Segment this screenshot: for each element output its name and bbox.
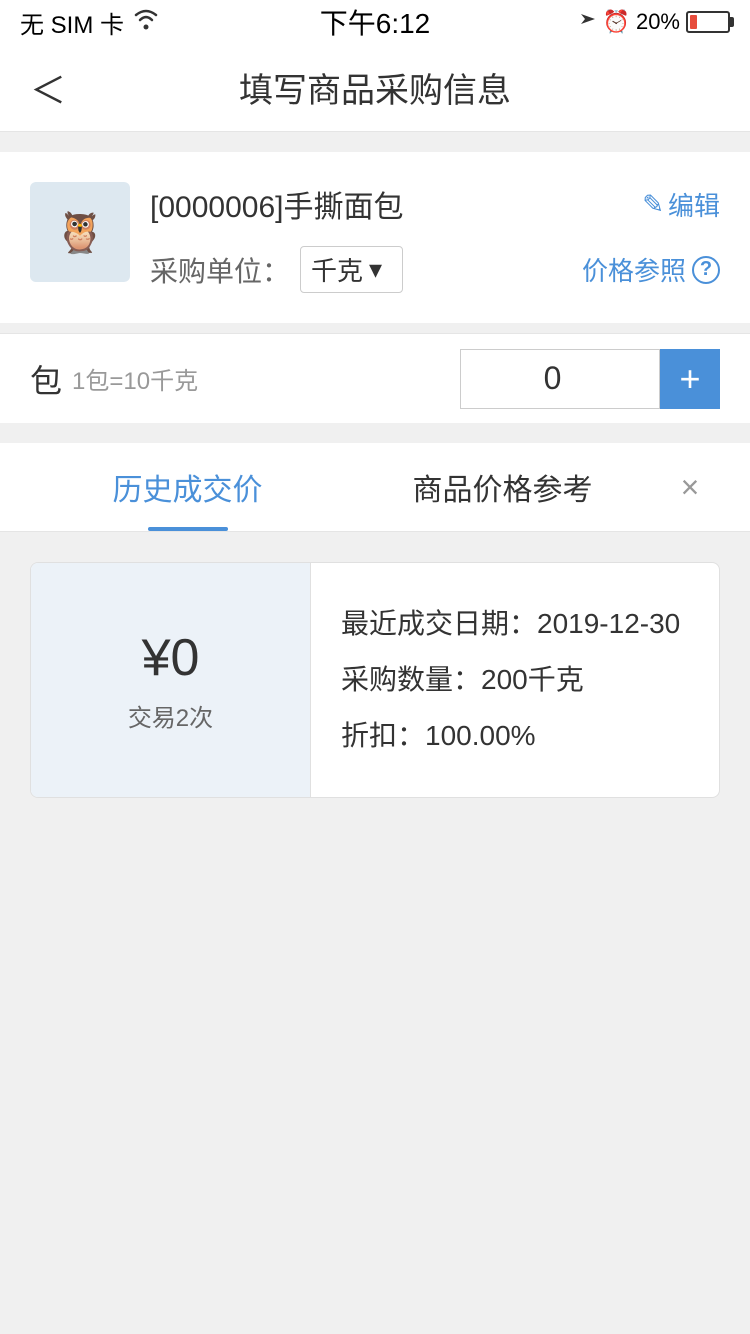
discount-row: 折扣：100.00% xyxy=(341,715,689,757)
product-card: 🦉 [0000006]手撕面包 ✎ 编辑 采购单位： 千克 ▾ 价格参照 ? xyxy=(0,152,750,323)
product-meta: 采购单位： 千克 ▾ 价格参照 ? xyxy=(150,246,720,293)
discount-value: 100.00% xyxy=(425,720,536,751)
tab-product-price-ref[interactable]: 商品价格参考 xyxy=(345,443,660,531)
wifi-icon xyxy=(132,8,160,37)
page-title: 填写商品采购信息 xyxy=(239,63,511,112)
quantity-unit-label: 包 xyxy=(30,356,62,402)
status-bar: 无 SIM 卡 下午6:12 ⏰ 20% xyxy=(0,0,750,44)
price-ref-label: 价格参照 xyxy=(582,251,686,288)
price-trades: 交易2次 xyxy=(128,698,213,733)
price-amount: ¥0 xyxy=(142,628,200,688)
quantity-plus-button[interactable]: + xyxy=(660,349,720,409)
status-time: 下午6:12 xyxy=(320,2,431,42)
discount-label: 折扣： xyxy=(341,720,425,751)
quantity-sub-label: 1包=10千克 xyxy=(72,361,198,396)
product-header: [0000006]手撕面包 ✎ 编辑 xyxy=(150,182,720,226)
price-value: 0 xyxy=(171,629,200,687)
currency-symbol: ¥ xyxy=(142,629,171,687)
product-thumbnail: 🦉 xyxy=(30,182,130,282)
quantity-input[interactable] xyxy=(460,349,660,409)
battery-fill xyxy=(690,15,697,29)
divider-1 xyxy=(0,323,750,331)
unit-row: 采购单位： 千克 ▾ xyxy=(150,246,403,293)
carrier-text: 无 SIM 卡 xyxy=(20,5,124,40)
location-icon xyxy=(579,8,597,36)
history-card: ¥0 交易2次 最近成交日期：2019-12-30 采购数量：200千克 折扣：… xyxy=(30,562,720,798)
edit-icon: ✎ xyxy=(642,189,664,220)
quantity-right: + xyxy=(460,349,720,409)
back-button[interactable]: ＜ xyxy=(30,62,90,114)
tab-bar: 历史成交价 商品价格参考 × xyxy=(0,443,750,532)
price-panel: ¥0 交易2次 xyxy=(31,563,311,797)
help-icon: ? xyxy=(692,256,720,284)
status-carrier: 无 SIM 卡 xyxy=(20,5,160,40)
tab-history-price[interactable]: 历史成交价 xyxy=(30,443,345,531)
recent-date-row: 最近成交日期：2019-12-30 xyxy=(341,603,689,645)
close-icon: × xyxy=(681,469,700,506)
tab-history-label: 历史成交价 xyxy=(113,465,263,509)
product-logo-icon: 🦉 xyxy=(55,209,105,256)
battery-icon xyxy=(686,11,730,33)
price-ref-button[interactable]: 价格参照 ? xyxy=(582,251,720,288)
detail-panel: 最近成交日期：2019-12-30 采购数量：200千克 折扣：100.00% xyxy=(311,563,719,797)
status-right: ⏰ 20% xyxy=(579,8,730,36)
product-info: [0000006]手撕面包 ✎ 编辑 采购单位： 千克 ▾ 价格参照 ? xyxy=(150,182,720,293)
quantity-detail-label: 采购数量： xyxy=(341,664,481,695)
quantity-row-detail: 采购数量：200千克 xyxy=(341,659,689,701)
history-section: ¥0 交易2次 最近成交日期：2019-12-30 采购数量：200千克 折扣：… xyxy=(0,532,750,828)
quantity-detail-value: 200千克 xyxy=(481,664,584,695)
tab-underline xyxy=(148,527,228,531)
quantity-left: 包 1包=10千克 xyxy=(30,356,198,402)
edit-button[interactable]: ✎ 编辑 xyxy=(642,186,720,223)
unit-select[interactable]: 千克 ▾ xyxy=(300,246,403,293)
tab-close-button[interactable]: × xyxy=(660,457,720,517)
edit-label: 编辑 xyxy=(668,186,720,223)
unit-prefix-label: 采购单位： xyxy=(150,250,290,290)
battery-percent: 20% xyxy=(636,9,680,35)
recent-date-value: 2019-12-30 xyxy=(537,608,680,639)
nav-bar: ＜ 填写商品采购信息 xyxy=(0,44,750,132)
tab-product-label: 商品价格参考 xyxy=(413,465,593,509)
product-name: [0000006]手撕面包 xyxy=(150,182,403,226)
unit-value: 千克 xyxy=(311,251,363,288)
chevron-down-icon: ▾ xyxy=(369,254,382,285)
recent-date-label: 最近成交日期： xyxy=(341,608,537,639)
quantity-row: 包 1包=10千克 + xyxy=(0,333,750,423)
alarm-icon: ⏰ xyxy=(603,9,630,35)
